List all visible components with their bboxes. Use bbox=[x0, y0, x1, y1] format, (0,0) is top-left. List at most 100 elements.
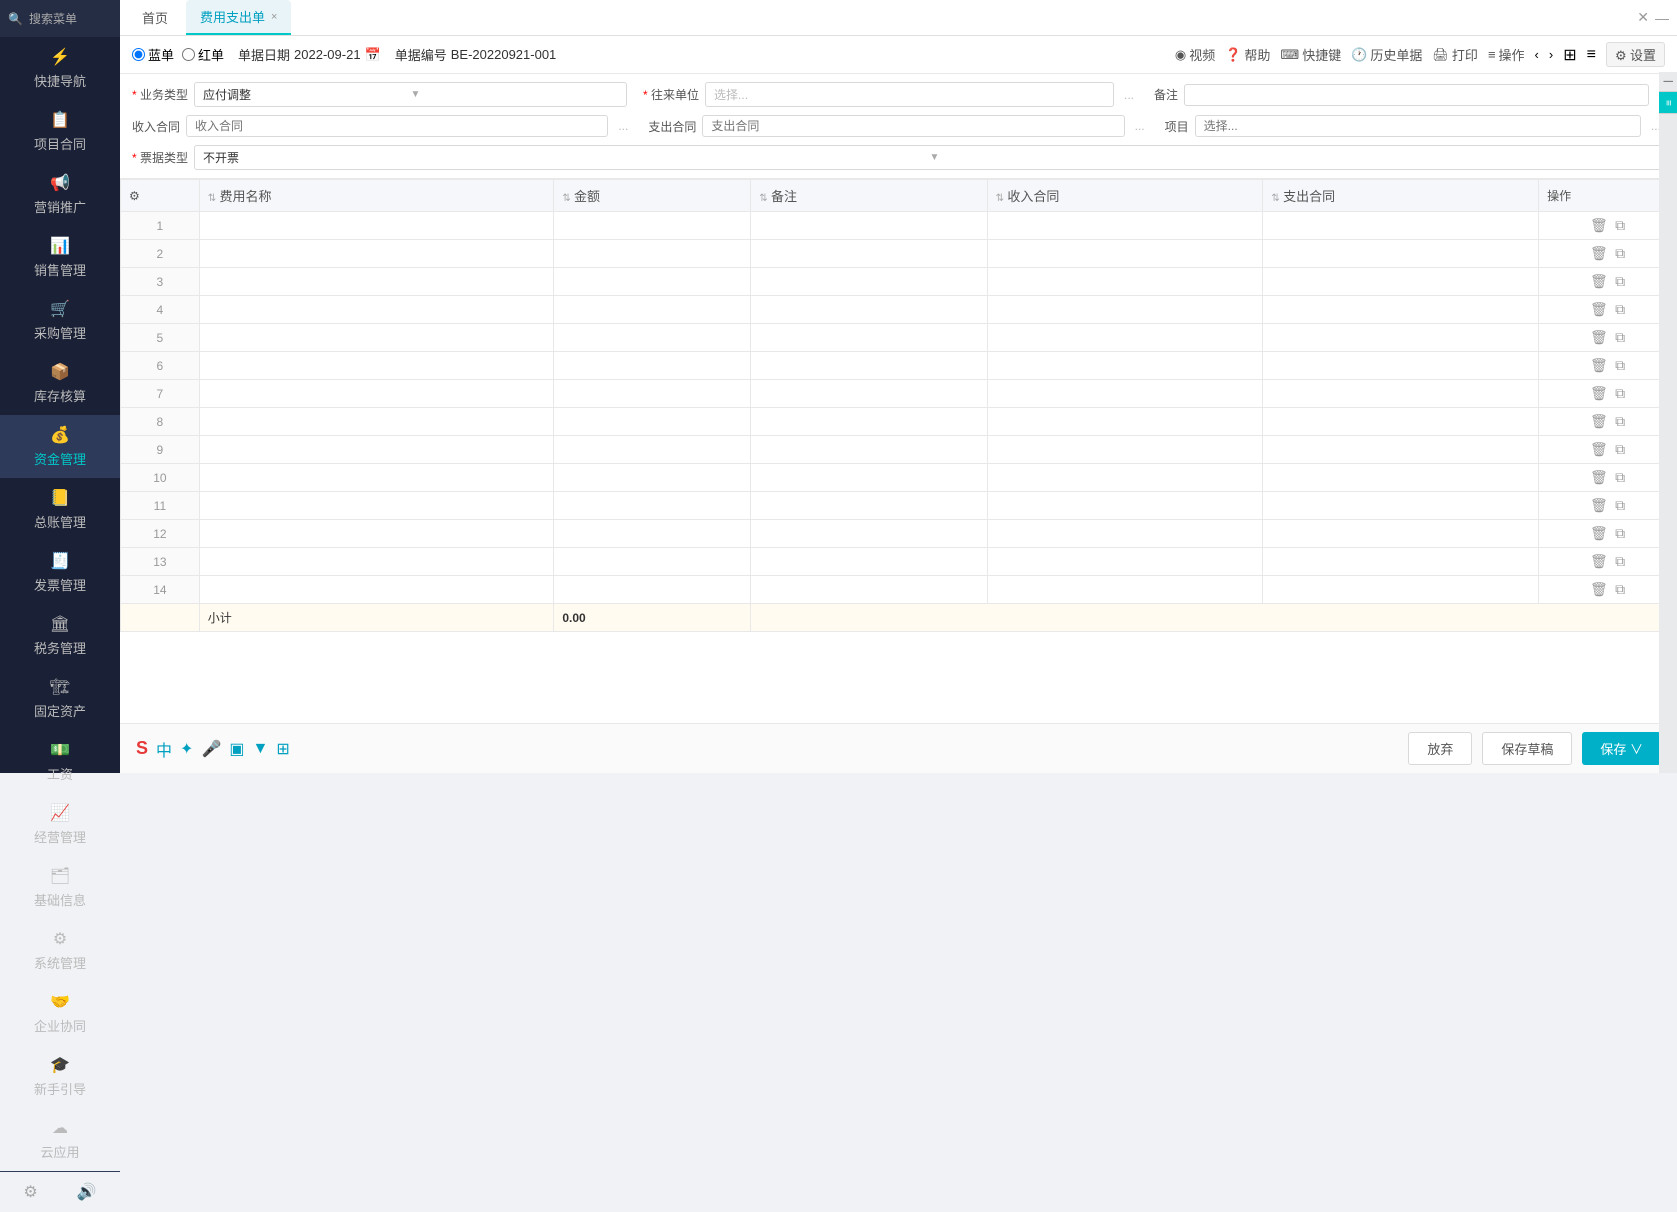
red-radio[interactable] bbox=[182, 48, 195, 61]
row-amount[interactable] bbox=[554, 436, 751, 464]
row-amount[interactable] bbox=[554, 576, 751, 604]
sidebar-item-accounting[interactable]: 📒总账管理 bbox=[0, 478, 120, 541]
apps-icon[interactable]: ⊞ bbox=[276, 739, 289, 759]
row-delete-btn[interactable]: 🗑 bbox=[1588, 357, 1610, 374]
red-radio-label[interactable]: 红单 bbox=[182, 45, 224, 64]
row-delete-btn[interactable]: 🗑 bbox=[1588, 273, 1610, 290]
row-copy-btn[interactable]: ⧉ bbox=[1613, 413, 1627, 430]
window-minimize-icon[interactable]: — bbox=[1655, 10, 1669, 26]
row-name[interactable] bbox=[199, 492, 554, 520]
row-income-contract[interactable] bbox=[987, 296, 1263, 324]
row-income-contract[interactable] bbox=[987, 352, 1263, 380]
row-income-contract[interactable] bbox=[987, 408, 1263, 436]
row-name[interactable] bbox=[199, 380, 554, 408]
right-panel-btn-1[interactable]: | bbox=[1659, 72, 1677, 92]
toolbar-video-btn[interactable]: ◉ 视频 bbox=[1175, 45, 1215, 64]
expense-sort-icon[interactable]: ⇅ bbox=[1271, 193, 1279, 204]
sidebar-item-purchase[interactable]: 🛒采购管理 bbox=[0, 289, 120, 352]
partner-more-btn[interactable]: ... bbox=[1120, 88, 1138, 102]
row-name[interactable] bbox=[199, 436, 554, 464]
tab-expense[interactable]: 费用支出单 × bbox=[186, 0, 291, 35]
calendar-icon[interactable]: 📅 bbox=[365, 47, 381, 63]
settings-icon[interactable]: ⚙ bbox=[23, 1182, 37, 1202]
row-amount[interactable] bbox=[554, 240, 751, 268]
row-expense-contract[interactable] bbox=[1263, 380, 1539, 408]
row-amount[interactable] bbox=[554, 492, 751, 520]
row-amount[interactable] bbox=[554, 296, 751, 324]
row-expense-contract[interactable] bbox=[1263, 268, 1539, 296]
tab-home[interactable]: 首页 bbox=[128, 0, 182, 35]
sidebar-item-assets[interactable]: 🏗固定资产 bbox=[0, 667, 120, 730]
row-copy-btn[interactable]: ⧉ bbox=[1613, 329, 1627, 346]
row-income-contract[interactable] bbox=[987, 212, 1263, 240]
sidebar-item-cloud[interactable]: ☁云应用 bbox=[0, 1108, 120, 1171]
project-input[interactable] bbox=[1195, 115, 1641, 137]
row-copy-btn[interactable]: ⧉ bbox=[1613, 301, 1627, 318]
th-settings[interactable]: ⚙ bbox=[121, 180, 200, 212]
row-name[interactable] bbox=[199, 352, 554, 380]
row-copy-btn[interactable]: ⧉ bbox=[1613, 553, 1627, 570]
discard-button[interactable]: 放弃 bbox=[1408, 732, 1472, 765]
row-income-contract[interactable] bbox=[987, 324, 1263, 352]
sidebar-search[interactable]: 🔍 搜索菜单 bbox=[0, 0, 120, 37]
row-amount[interactable] bbox=[554, 548, 751, 576]
row-remark[interactable] bbox=[751, 492, 987, 520]
remark-sort-icon[interactable]: ⇅ bbox=[759, 193, 767, 204]
row-remark[interactable] bbox=[751, 548, 987, 576]
row-remark[interactable] bbox=[751, 352, 987, 380]
income-contract-input[interactable] bbox=[186, 115, 608, 137]
row-remark[interactable] bbox=[751, 268, 987, 296]
row-expense-contract[interactable] bbox=[1263, 324, 1539, 352]
sidebar-item-inventory[interactable]: 📦库存核算 bbox=[0, 352, 120, 415]
grid2-icon[interactable]: ▣ bbox=[229, 739, 244, 759]
row-income-contract[interactable] bbox=[987, 548, 1263, 576]
row-expense-contract[interactable] bbox=[1263, 464, 1539, 492]
row-remark[interactable] bbox=[751, 576, 987, 604]
row-delete-btn[interactable]: 🗑 bbox=[1588, 469, 1610, 486]
down-icon[interactable]: ▼ bbox=[252, 740, 268, 758]
date-value[interactable]: 2022-09-21 bbox=[294, 47, 361, 62]
row-delete-btn[interactable]: 🗑 bbox=[1588, 497, 1610, 514]
expense-contract-input[interactable] bbox=[702, 115, 1124, 137]
remark-input[interactable] bbox=[1184, 84, 1649, 106]
mic-icon[interactable]: 🎤 bbox=[201, 739, 221, 759]
save-button[interactable]: 保存 ∨ bbox=[1582, 732, 1661, 765]
row-name[interactable] bbox=[199, 296, 554, 324]
row-expense-contract[interactable] bbox=[1263, 492, 1539, 520]
row-remark[interactable] bbox=[751, 464, 987, 492]
row-copy-btn[interactable]: ⧉ bbox=[1613, 525, 1627, 542]
income-contract-more-btn[interactable]: ... bbox=[614, 119, 632, 133]
row-remark[interactable] bbox=[751, 212, 987, 240]
row-expense-contract[interactable] bbox=[1263, 408, 1539, 436]
row-amount[interactable] bbox=[554, 268, 751, 296]
row-amount[interactable] bbox=[554, 380, 751, 408]
sidebar-item-sales[interactable]: 📊销售管理 bbox=[0, 226, 120, 289]
row-amount[interactable] bbox=[554, 520, 751, 548]
sidebar-item-invoice[interactable]: 🧾发票管理 bbox=[0, 541, 120, 604]
sidebar-item-base[interactable]: 🗂基础信息 bbox=[0, 856, 120, 919]
row-delete-btn[interactable]: 🗑 bbox=[1588, 441, 1610, 458]
toolbar-prev-icon[interactable]: ‹ bbox=[1535, 47, 1539, 62]
row-delete-btn[interactable]: 🗑 bbox=[1588, 217, 1610, 234]
name-sort-icon[interactable]: ⇅ bbox=[208, 193, 216, 204]
toolbar-history-btn[interactable]: 🕐 历史单据 bbox=[1351, 45, 1422, 64]
partner-select[interactable]: 选择... bbox=[705, 82, 1114, 107]
sidebar-item-salary[interactable]: 💵工资 bbox=[0, 730, 120, 793]
row-delete-btn[interactable]: 🗑 bbox=[1588, 413, 1610, 430]
row-name[interactable] bbox=[199, 324, 554, 352]
setting-button[interactable]: ⚙ 设置 bbox=[1606, 42, 1665, 67]
row-delete-btn[interactable]: 🗑 bbox=[1588, 581, 1610, 598]
blue-radio-label[interactable]: 蓝单 bbox=[132, 45, 174, 64]
row-delete-btn[interactable]: 🗑 bbox=[1588, 385, 1610, 402]
diamond-icon[interactable]: ✦ bbox=[180, 739, 193, 759]
row-remark[interactable] bbox=[751, 240, 987, 268]
row-income-contract[interactable] bbox=[987, 380, 1263, 408]
row-name[interactable] bbox=[199, 548, 554, 576]
row-amount[interactable] bbox=[554, 464, 751, 492]
row-delete-btn[interactable]: 🗑 bbox=[1588, 525, 1610, 542]
row-name[interactable] bbox=[199, 520, 554, 548]
row-amount[interactable] bbox=[554, 408, 751, 436]
amount-sort-icon[interactable]: ⇅ bbox=[562, 193, 570, 204]
right-panel-btn-2[interactable]: ≡ bbox=[1659, 92, 1677, 115]
sidebar-item-quick-nav[interactable]: ⚡快捷导航 bbox=[0, 37, 120, 100]
